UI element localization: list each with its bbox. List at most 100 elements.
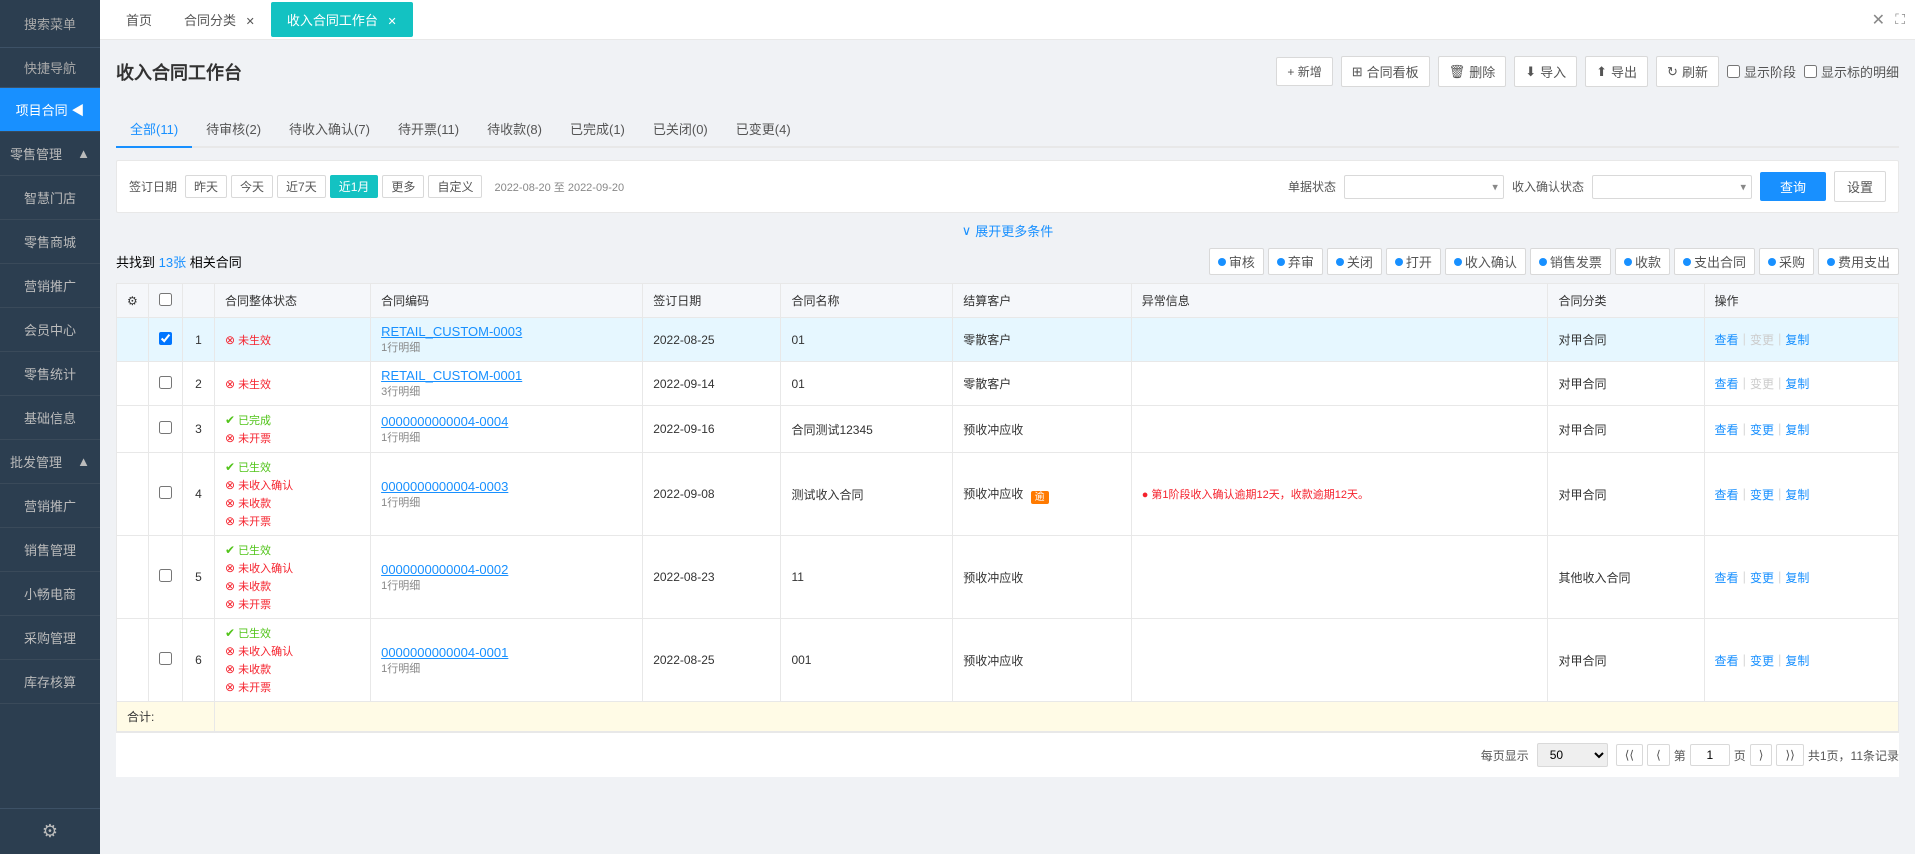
row5-checkbox-cell[interactable] <box>149 536 183 619</box>
sidebar-settings[interactable]: ⚙ <box>0 808 100 854</box>
filter-date-yesterday[interactable]: 昨天 <box>185 175 227 198</box>
action-review[interactable]: 审核 <box>1209 248 1264 275</box>
action-payment[interactable]: 收款 <box>1615 248 1670 275</box>
tab-income-contract-close[interactable]: ✕ <box>388 16 397 28</box>
filter-tab-closed[interactable]: 已关闭(0) <box>639 111 722 146</box>
row5-view[interactable]: 查看 <box>1715 569 1739 586</box>
filter-income-confirm-select[interactable] <box>1592 175 1752 199</box>
filter-tab-pending-income-confirm[interactable]: 待收入确认(7) <box>275 111 384 146</box>
row3-copy[interactable]: 复制 <box>1785 421 1809 438</box>
prev-page-btn[interactable]: ⟨ <box>1647 744 1670 766</box>
sidebar-item-wholesale[interactable]: 批发管理 ▲ <box>0 440 100 484</box>
row3-contract-code[interactable]: 0000000000004-0004 <box>381 414 508 429</box>
sidebar-item-marketing[interactable]: 营销推广 <box>0 264 100 308</box>
filter-tab-pending-review[interactable]: 待审核(2) <box>192 111 275 146</box>
sidebar-item-retail-mall[interactable]: 零售商城 <box>0 220 100 264</box>
row4-checkbox[interactable] <box>159 486 172 499</box>
action-close[interactable]: 关闭 <box>1327 248 1382 275</box>
next-page-btn[interactable]: ⟩ <box>1750 744 1773 766</box>
row2-contract-code[interactable]: RETAIL_CUSTOM-0001 <box>381 368 522 383</box>
sidebar-item-inventory[interactable]: 库存核算 <box>0 660 100 704</box>
row2-checkbox-cell[interactable] <box>149 362 183 406</box>
sidebar-item-sales-mgmt[interactable]: 销售管理 <box>0 528 100 572</box>
row6-checkbox-cell[interactable] <box>149 619 183 702</box>
filter-date-last7[interactable]: 近7天 <box>277 175 326 198</box>
last-page-btn[interactable]: ⟩⟩ <box>1776 744 1803 766</box>
select-all-checkbox[interactable] <box>159 293 172 306</box>
filter-tab-pending-payment[interactable]: 待收款(8) <box>473 111 556 146</box>
sidebar-item-project[interactable]: 项目合同 ◀ <box>0 88 100 132</box>
tabs-maximize-btn[interactable]: ⛶ <box>1895 11 1905 28</box>
row3-checkbox[interactable] <box>159 421 172 434</box>
contract-board-button[interactable]: ⊞ 合同看板 <box>1341 56 1430 87</box>
first-page-btn[interactable]: ⟨⟨ <box>1616 744 1643 766</box>
row5-change[interactable]: 变更 <box>1750 569 1774 586</box>
filter-date-today[interactable]: 今天 <box>231 175 273 198</box>
row5-contract-code[interactable]: 0000000000004-0002 <box>381 562 508 577</box>
page-input[interactable] <box>1690 744 1730 766</box>
filter-doc-status-select[interactable] <box>1344 175 1504 199</box>
row4-contract-code[interactable]: 0000000000004-0003 <box>381 479 508 494</box>
tab-home[interactable]: 首页 <box>110 2 168 37</box>
row2-checkbox[interactable] <box>159 376 172 389</box>
row6-contract-code[interactable]: 0000000000004-0001 <box>381 645 508 660</box>
filter-tab-all[interactable]: 全部(11) <box>116 111 192 148</box>
sidebar-item-purchase[interactable]: 采购管理 <box>0 616 100 660</box>
row1-checkbox[interactable] <box>159 332 172 345</box>
row6-change[interactable]: 变更 <box>1750 652 1774 669</box>
row5-copy[interactable]: 复制 <box>1785 569 1809 586</box>
page-size-select[interactable]: 50 100 200 <box>1537 743 1608 767</box>
tab-contract-type[interactable]: 合同分类 ✕ <box>168 2 271 37</box>
filter-date-custom[interactable]: 自定义 <box>428 175 482 198</box>
sidebar-quicknav[interactable]: 快捷导航 <box>0 48 100 88</box>
show-tag-checkbox[interactable] <box>1804 65 1817 78</box>
row1-copy[interactable]: 复制 <box>1785 331 1809 348</box>
sidebar-item-marketing2[interactable]: 营销推广 <box>0 484 100 528</box>
show-stage-checkbox-label[interactable]: 显示阶段 <box>1727 62 1796 81</box>
row5-checkbox[interactable] <box>159 569 172 582</box>
row3-view[interactable]: 查看 <box>1715 421 1739 438</box>
delete-button[interactable]: 🗑 删除 <box>1438 56 1507 87</box>
col-settings-header[interactable]: ⚙ <box>117 284 149 318</box>
search-button[interactable]: 查询 <box>1760 172 1826 201</box>
sidebar-item-xiaochang[interactable]: 小畅电商 <box>0 572 100 616</box>
action-print[interactable]: 打开 <box>1386 248 1441 275</box>
row4-checkbox-cell[interactable] <box>149 453 183 536</box>
row1-checkbox-cell[interactable] <box>149 318 183 362</box>
filter-date-more[interactable]: 更多 <box>382 175 424 198</box>
action-sales-invoice[interactable]: 销售发票 <box>1530 248 1611 275</box>
show-stage-checkbox[interactable] <box>1727 65 1740 78</box>
row4-view[interactable]: 查看 <box>1715 486 1739 503</box>
tab-income-contract[interactable]: 收入合同工作台 ✕ <box>271 2 413 37</box>
export-button[interactable]: ⬆ 导出 <box>1585 56 1648 87</box>
refresh-button[interactable]: ↻ 刷新 <box>1656 56 1719 87</box>
filter-tab-pending-invoice[interactable]: 待开票(11) <box>384 111 473 146</box>
filter-tab-changed[interactable]: 已变更(4) <box>722 111 805 146</box>
row3-checkbox-cell[interactable] <box>149 406 183 453</box>
sidebar-search[interactable]: 搜索菜单 <box>0 0 100 48</box>
tabs-close-all-btn[interactable]: ✕ <box>1872 10 1885 30</box>
new-button[interactable]: + 新增 <box>1276 57 1332 86</box>
filter-settings-button[interactable]: 设置 <box>1834 171 1886 202</box>
row3-change[interactable]: 变更 <box>1750 421 1774 438</box>
row2-copy[interactable]: 复制 <box>1785 375 1809 392</box>
action-purchase[interactable]: 采购 <box>1759 248 1814 275</box>
action-income-confirm[interactable]: 收入确认 <box>1445 248 1526 275</box>
row6-checkbox[interactable] <box>159 652 172 665</box>
import-button[interactable]: ⬇ 导入 <box>1514 56 1577 87</box>
sidebar-item-smart-store[interactable]: 智慧门店 <box>0 176 100 220</box>
row1-contract-code[interactable]: RETAIL_CUSTOM-0003 <box>381 324 522 339</box>
sidebar-item-retail-mgmt[interactable]: 零售管理 ▲ <box>0 132 100 176</box>
row2-view[interactable]: 查看 <box>1715 375 1739 392</box>
tab-contract-type-close[interactable]: ✕ <box>246 16 255 28</box>
show-tag-checkbox-label[interactable]: 显示标的明细 <box>1804 62 1899 81</box>
action-expense[interactable]: 费用支出 <box>1818 248 1899 275</box>
action-abandon[interactable]: 弃审 <box>1268 248 1323 275</box>
expand-more-btn[interactable]: ∨ 展开更多条件 <box>962 221 1054 240</box>
sidebar-item-retail-stats[interactable]: 零售统计 <box>0 352 100 396</box>
filter-date-last1month[interactable]: 近1月 <box>330 175 379 198</box>
row4-change[interactable]: 变更 <box>1750 486 1774 503</box>
row4-copy[interactable]: 复制 <box>1785 486 1809 503</box>
sidebar-item-member[interactable]: 会员中心 <box>0 308 100 352</box>
action-out-contract[interactable]: 支出合同 <box>1674 248 1755 275</box>
